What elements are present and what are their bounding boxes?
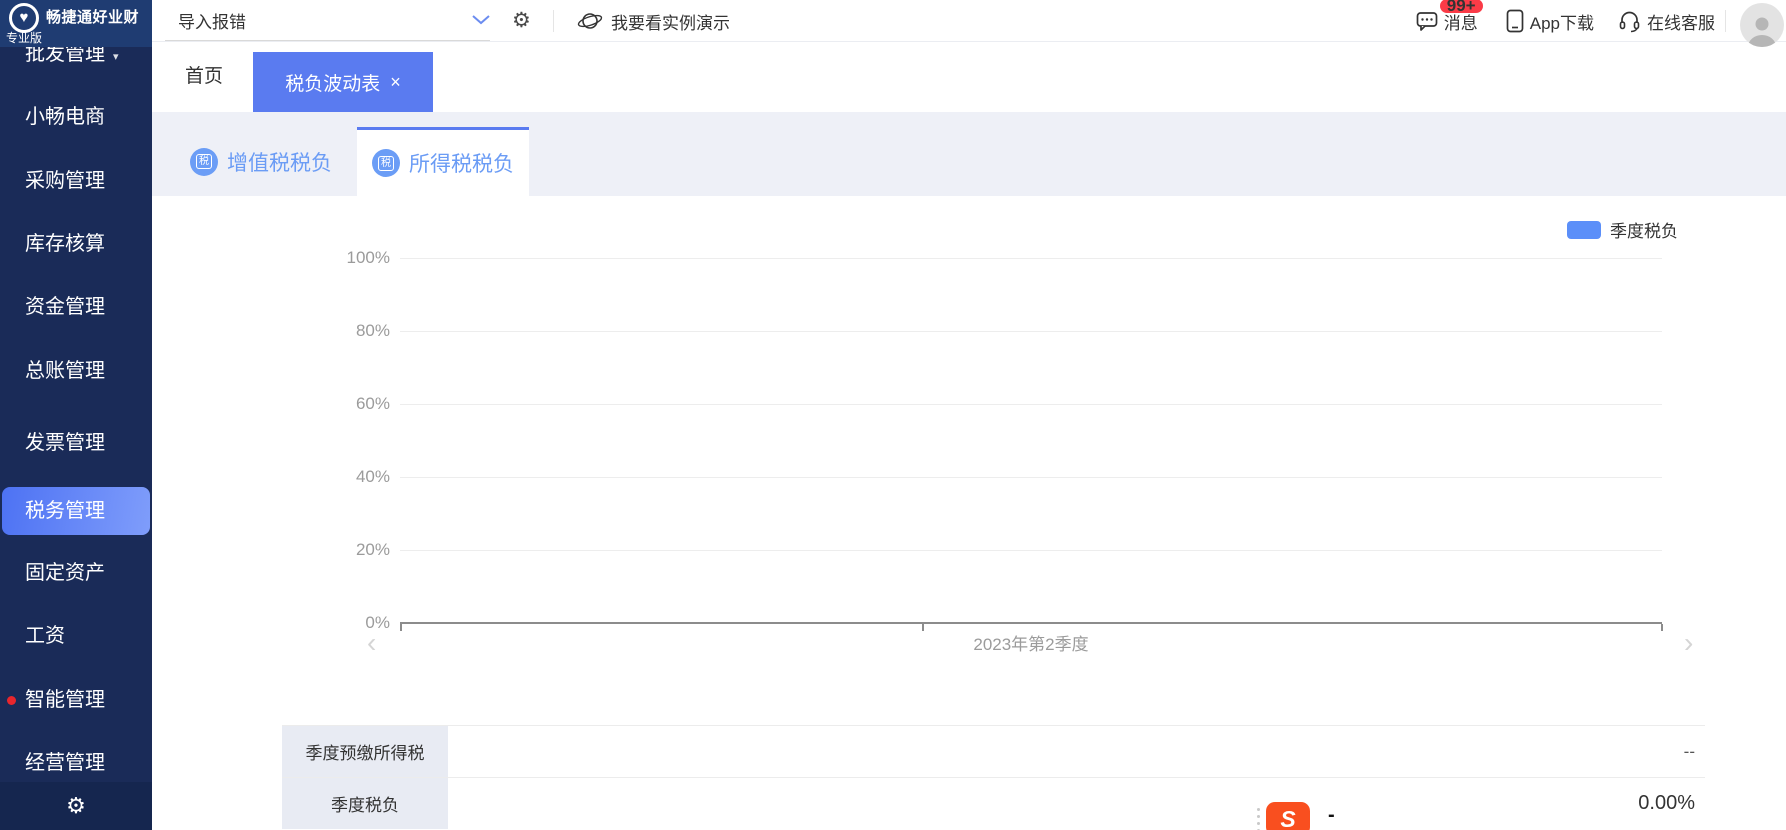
demo-link-label: 我要看实例演示 [611, 13, 730, 33]
sidebar-settings-gear-icon[interactable]: ⚙ [66, 795, 86, 817]
y-axis-tick: 20% [355, 540, 390, 559]
headset-icon [1619, 11, 1640, 32]
sidebar-item-inventory[interactable]: 库存核算 [0, 220, 152, 268]
legend-swatch [1567, 220, 1601, 239]
x-axis-tick [1661, 624, 1663, 631]
x-axis-category-label: 2023年第2季度 [973, 635, 1089, 654]
sidebar-item-funds[interactable]: 资金管理 [0, 283, 152, 331]
row-value: -- [448, 726, 1705, 777]
sidebar-item-business-management[interactable]: 经营管理 [0, 739, 152, 787]
sidebar: 批发管理 ▾ 小畅电商 采购管理 库存核算 资金管理 总账管理 发票管理 税务管理… [0, 0, 152, 830]
tax-badge-icon: 税 [190, 147, 218, 176]
subtab-label: 增值税税负 [227, 151, 332, 175]
sidebar-item-label: 智能管理 [25, 689, 105, 711]
sidebar-item-fixed-assets[interactable]: 固定资产 [0, 549, 152, 597]
widget-dash: - [1328, 804, 1335, 826]
notification-dot [7, 696, 16, 705]
summary-table: 季度预缴所得税 -- 季度税负 0.00% [282, 725, 1705, 829]
sidebar-item-payroll[interactable]: 工资 [0, 612, 152, 660]
sidebar-item-label: 采购管理 [25, 170, 105, 192]
avatar[interactable] [1740, 3, 1784, 47]
gridline [400, 331, 1662, 332]
phone-icon [1506, 9, 1524, 33]
row-label: 季度预缴所得税 [282, 726, 448, 777]
sidebar-item-smart-management[interactable]: 智能管理 [0, 676, 152, 724]
drag-handle-icon[interactable] [1257, 808, 1260, 830]
sidebar-item-label: 工资 [25, 625, 65, 647]
app-download-label: App下载 [1529, 13, 1594, 33]
subtab-vat-tax-burden[interactable]: 税 增值税税负 [175, 127, 347, 196]
app-window: 批发管理 ▾ 小畅电商 采购管理 库存核算 资金管理 总账管理 发票管理 税务管理… [0, 0, 1786, 830]
sidebar-item-label: 资金管理 [25, 296, 105, 318]
table-row: 季度税负 0.00% [282, 777, 1705, 829]
x-axis-line [400, 622, 1662, 624]
y-axis-tick: 100% [346, 248, 390, 267]
sidebar-item-label: 发票管理 [25, 432, 105, 454]
messages-button[interactable]: 消息 99+ [1416, 0, 1483, 42]
chart-panel: 季度税负 100% 80% 60% 40% 20% 0% 2023年第2季度 ‹… [152, 196, 1786, 830]
sidebar-item-invoice[interactable]: 发票管理 [0, 419, 152, 467]
sidebar-footer: ⚙ [0, 782, 152, 830]
row-value: 0.00% [448, 778, 1705, 829]
app-download-button[interactable]: App下载 [1506, 0, 1594, 42]
y-axis-tick: 80% [355, 321, 390, 340]
sidebar-item-label: 库存核算 [25, 233, 105, 255]
service-logo-icon[interactable]: S [1266, 802, 1310, 830]
x-axis-tick [400, 624, 402, 631]
sidebar-item-general-ledger[interactable]: 总账管理 [0, 347, 152, 395]
sidebar-item-label: 税务管理 [25, 500, 105, 522]
divider [553, 10, 554, 32]
person-icon [1748, 17, 1776, 47]
close-icon[interactable]: × [390, 73, 401, 91]
sidebar-item-label: 小畅电商 [25, 106, 105, 128]
messages-badge: 99+ [1439, 0, 1483, 14]
y-axis-tick: 0% [365, 613, 390, 632]
tax-badge-icon: 税 [372, 149, 400, 177]
chart-prev-arrow-icon[interactable]: ‹ [367, 629, 376, 657]
chevron-down-icon [472, 15, 490, 25]
row-label: 季度税负 [282, 778, 448, 829]
tab-tax-fluctuation[interactable]: 税负波动表 × [253, 52, 433, 112]
gridline [400, 258, 1662, 259]
demo-link[interactable]: 我要看实例演示 [577, 0, 730, 42]
subtab-label: 所得税税负 [409, 153, 514, 176]
online-service-label: 在线客服 [1647, 13, 1715, 33]
gridline [400, 550, 1662, 551]
sidebar-item-label: 经营管理 [25, 752, 105, 774]
edition-label: 专业版 [6, 31, 43, 45]
brand-name: 畅捷通好业财 [46, 9, 140, 26]
message-icon [1416, 12, 1438, 31]
brand-header: ♥ 畅捷通好业财 专业版 [0, 0, 152, 47]
import-error-select-value: 导入报错 [178, 12, 246, 32]
chart-next-arrow-icon[interactable]: › [1684, 629, 1693, 657]
online-service-button[interactable]: 在线客服 [1618, 0, 1715, 42]
subtab-bar: 税 增值税税负 税 所得税税负 [152, 112, 1786, 196]
chart-legend[interactable]: 季度税负 [1567, 217, 1678, 242]
sidebar-item-label: 固定资产 [25, 562, 105, 584]
caret-down-icon: ▾ [113, 51, 119, 63]
divider [1725, 10, 1726, 32]
sidebar-item-purchase[interactable]: 采购管理 [0, 157, 152, 205]
subtab-income-tax-burden[interactable]: 税 所得税税负 [357, 127, 529, 196]
import-error-select[interactable]: 导入报错 [165, 0, 490, 41]
page-tab-bar: 首页 税负波动表 × [152, 42, 1786, 112]
planet-icon [577, 13, 603, 29]
header-gear-icon[interactable]: ⚙ [512, 0, 531, 42]
gridline [400, 477, 1662, 478]
sidebar-item-ecommerce[interactable]: 小畅电商 [0, 93, 152, 141]
floating-service-widget[interactable]: S - [1257, 802, 1335, 830]
y-axis-tick: 40% [355, 467, 390, 486]
table-row: 季度预缴所得税 -- [282, 725, 1705, 777]
tab-label: 税负波动表 [285, 73, 381, 95]
top-bar: 导入报错 ⚙ 我要看实例演示 消息 99+ App下载 在线客服 [152, 0, 1786, 47]
gridline [400, 404, 1662, 405]
tab-home[interactable]: 首页 [185, 42, 223, 112]
sidebar-item-label: 总账管理 [25, 360, 105, 382]
sidebar-item-tax-management[interactable]: 税务管理 [2, 487, 150, 535]
legend-label: 季度税负 [1610, 222, 1678, 241]
y-axis-tick: 60% [355, 394, 390, 413]
